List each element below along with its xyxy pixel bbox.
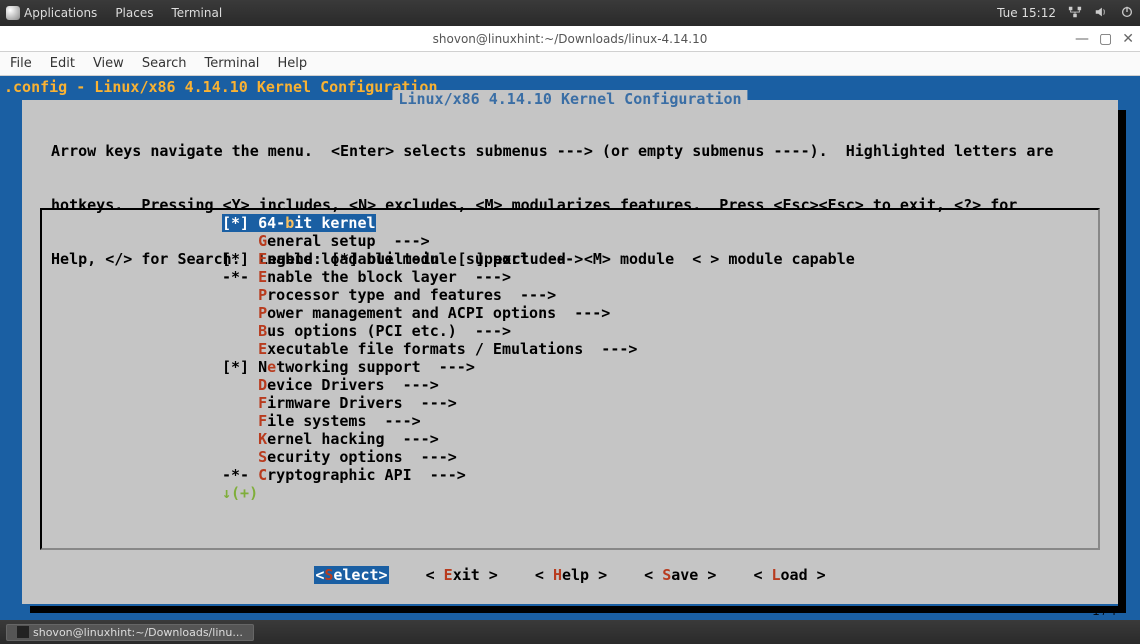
menu-file[interactable]: File [10,56,32,71]
kconfig-menu-list[interactable]: [*] 64-bit kernel General setup --->[*] … [42,214,1098,484]
button-load[interactable]: < Load > [753,566,825,584]
button-save[interactable]: < Save > [644,566,716,584]
kconfig-menu-box: [*] 64-bit kernel General setup --->[*] … [40,208,1100,550]
activities-icon [6,6,20,20]
window-titlebar: shovon@linuxhint:~/Downloads/linux-4.14.… [0,26,1140,52]
kconfig-dialog: Linux/x86 4.14.10 Kernel Configuration A… [22,100,1118,604]
menu-item-0[interactable]: [*] 64-bit kernel [222,214,376,232]
volume-icon[interactable] [1094,5,1108,22]
button-help[interactable]: < Help > [535,566,607,584]
button-select[interactable]: <Select> [314,566,388,584]
places-menu[interactable]: Places [115,6,153,20]
menu-item-13[interactable]: Security options ---> [222,448,1098,466]
menu-item-4[interactable]: Processor type and features ---> [222,286,1098,304]
network-icon[interactable] [1068,5,1082,22]
box-shadow-right [1118,110,1126,613]
terminal-icon [17,626,29,638]
box-shadow-bottom [30,606,1126,613]
menu-item-10[interactable]: Firmware Drivers ---> [222,394,1098,412]
window-title-text: shovon@linuxhint:~/Downloads/linux-4.14.… [433,32,708,46]
maximize-button[interactable]: ▢ [1099,31,1112,47]
scroll-down-indicator: ↓(+) [42,484,1098,502]
power-icon[interactable] [1120,5,1134,22]
menu-item-11[interactable]: File systems ---> [222,412,1098,430]
menu-view[interactable]: View [93,56,124,71]
terminal-content[interactable]: .config - Linux/x86 4.14.10 Kernel Confi… [0,76,1140,620]
menu-item-7[interactable]: Executable file formats / Emulations ---… [222,340,1098,358]
taskbar-entry-terminal[interactable]: shovon@linuxhint:~/Downloads/linu... [6,624,254,641]
menu-help[interactable]: Help [277,56,307,71]
panel-clock[interactable]: Tue 15:12 [997,6,1056,20]
button-exit[interactable]: < Exit > [426,566,498,584]
bottom-taskbar: shovon@linuxhint:~/Downloads/linu... [0,620,1140,644]
menu-item-9[interactable]: Device Drivers ---> [222,376,1098,394]
top-panel: Applications Places Terminal Tue 15:12 [0,0,1140,26]
menu-item-3[interactable]: -*- Enable the block layer ---> [222,268,1098,286]
applications-menu[interactable]: Applications [6,6,97,21]
minimize-button[interactable]: — [1075,31,1089,47]
menu-item-8[interactable]: [*] Networking support ---> [222,358,1098,376]
menu-item-14[interactable]: -*- Cryptographic API ---> [222,466,1098,484]
menu-item-6[interactable]: Bus options (PCI etc.) ---> [222,322,1098,340]
menu-edit[interactable]: Edit [50,56,75,71]
menu-item-5[interactable]: Power management and ACPI options ---> [222,304,1098,322]
kconfig-title: Linux/x86 4.14.10 Kernel Configuration [392,90,747,108]
close-button[interactable]: ✕ [1122,31,1134,47]
menu-item-1[interactable]: General setup ---> [222,232,1098,250]
menu-search[interactable]: Search [142,56,187,71]
workspace-indicator[interactable]: 1 / 4 [1093,602,1116,620]
terminal-menubar: File Edit View Search Terminal Help [0,52,1140,76]
menu-item-2[interactable]: [*] Enable loadable module support ---> [222,250,1098,268]
kconfig-buttons: <Select> < Exit > < Help > < Save > < Lo… [22,566,1118,584]
menu-item-12[interactable]: Kernel hacking ---> [222,430,1098,448]
terminal-panel-launcher[interactable]: Terminal [171,6,222,20]
menu-terminal[interactable]: Terminal [204,56,259,71]
